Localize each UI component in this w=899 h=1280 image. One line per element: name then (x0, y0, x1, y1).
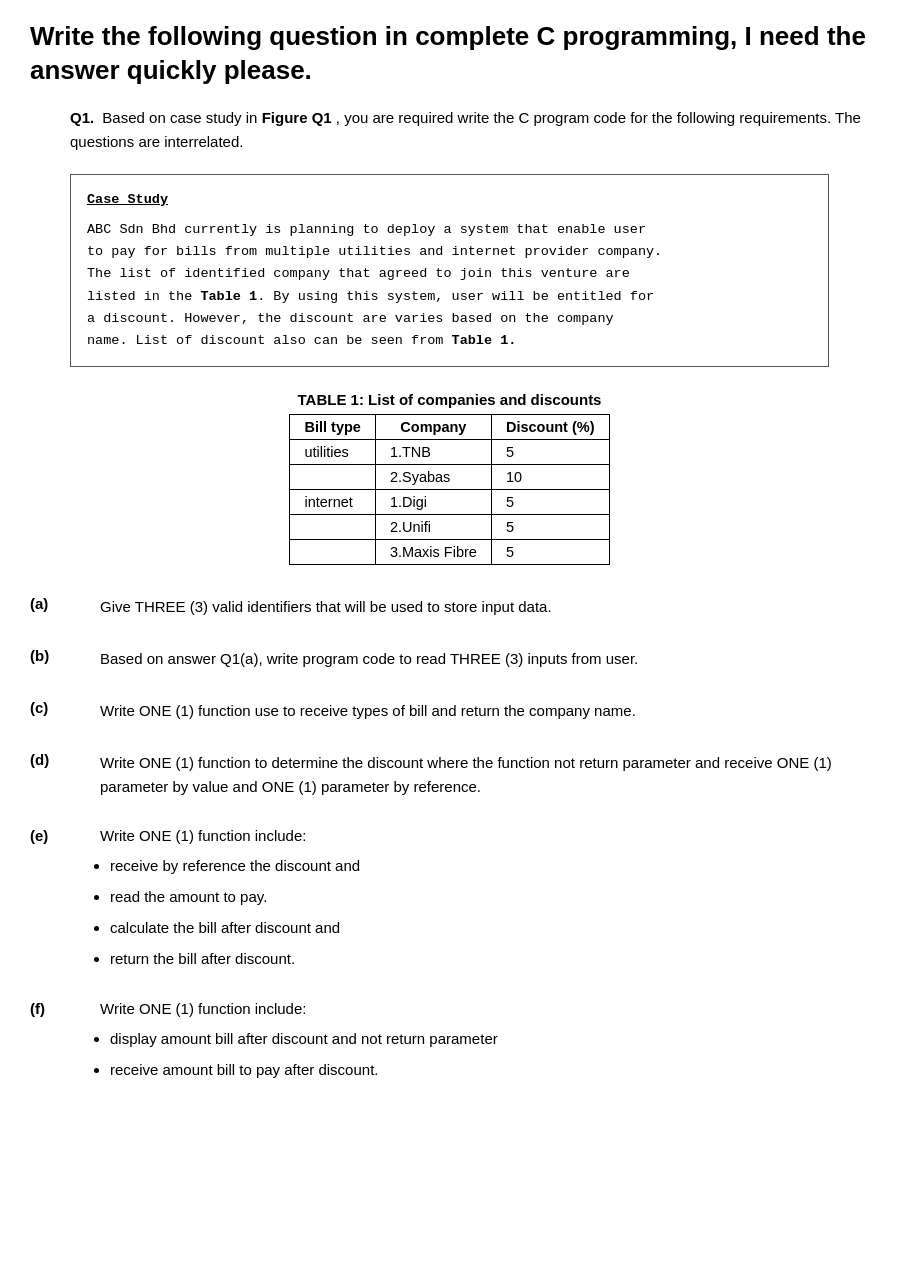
cell-discount-2: 10 (491, 465, 609, 490)
section-a-label: (a) (30, 595, 100, 612)
section-e-bullets: receive by reference the discount and re… (110, 852, 869, 972)
q1-intro-text: Based on case study in (102, 109, 257, 126)
table-row: 2.Unifi 5 (290, 515, 609, 540)
main-title: Write the following question in complete… (30, 20, 869, 88)
col-header-discount: Discount (%) (491, 415, 609, 440)
section-e-intro: Write ONE (1) function include: (100, 827, 869, 844)
cell-company-3: 1.Digi (375, 490, 491, 515)
case-study-title: Case Study (87, 189, 812, 211)
section-d-label: (d) (30, 751, 100, 768)
q1-label: Q1. (70, 109, 94, 126)
section-b: (b) Based on answer Q1(a), write program… (30, 647, 869, 671)
data-table: Bill type Company Discount (%) utilities… (289, 414, 609, 565)
list-item: read the amount to pay. (110, 883, 869, 910)
cell-discount-5: 5 (491, 540, 609, 565)
cell-discount-4: 5 (491, 515, 609, 540)
cell-billtype-1: utilities (290, 440, 375, 465)
table-caption-bold: TABLE 1 (298, 391, 359, 408)
cell-company-2: 2.Syabas (375, 465, 491, 490)
section-e-label: (e) (30, 827, 100, 844)
q1-figure-ref: Figure Q1 (262, 109, 332, 126)
section-c-label: (c) (30, 699, 100, 716)
list-item: receive amount bill to pay after discoun… (110, 1056, 869, 1083)
table-caption-rest: : List of companies and discounts (359, 391, 602, 408)
list-item: display amount bill after discount and n… (110, 1025, 869, 1052)
col-header-company: Company (375, 415, 491, 440)
cell-billtype-3: internet (290, 490, 375, 515)
table-caption: TABLE 1: List of companies and discounts (70, 391, 829, 408)
case-study-text: ABC Sdn Bhd currently is planning to dep… (87, 219, 812, 353)
cell-company-5: 3.Maxis Fibre (375, 540, 491, 565)
case-study-box: Case Study ABC Sdn Bhd currently is plan… (70, 174, 829, 368)
section-c-text: Write ONE (1) function use to receive ty… (100, 699, 869, 723)
cell-billtype-5 (290, 540, 375, 565)
list-item: calculate the bill after discount and (110, 914, 869, 941)
table-row: internet 1.Digi 5 (290, 490, 609, 515)
section-f-bullets: display amount bill after discount and n… (110, 1025, 869, 1083)
col-header-billtype: Bill type (290, 415, 375, 440)
section-f-intro: Write ONE (1) function include: (100, 1000, 869, 1017)
section-d-text: Write ONE (1) function to determine the … (100, 751, 869, 799)
list-item: receive by reference the discount and (110, 852, 869, 879)
section-e: (e) Write ONE (1) function include: rece… (30, 827, 869, 972)
q1-intro: Q1. Based on case study in Figure Q1 , y… (70, 106, 869, 154)
section-f-label: (f) (30, 1000, 100, 1017)
table-row: 3.Maxis Fibre 5 (290, 540, 609, 565)
section-d: (d) Write ONE (1) function to determine … (30, 751, 869, 799)
cell-discount-1: 5 (491, 440, 609, 465)
table-section: TABLE 1: List of companies and discounts… (70, 391, 829, 565)
section-b-text: Based on answer Q1(a), write program cod… (100, 647, 869, 671)
cell-company-4: 2.Unifi (375, 515, 491, 540)
section-c: (c) Write ONE (1) function use to receiv… (30, 699, 869, 723)
table-header-row: Bill type Company Discount (%) (290, 415, 609, 440)
cell-company-1: 1.TNB (375, 440, 491, 465)
cell-billtype-2 (290, 465, 375, 490)
table-row: 2.Syabas 10 (290, 465, 609, 490)
cell-billtype-4 (290, 515, 375, 540)
cell-discount-3: 5 (491, 490, 609, 515)
table-row: utilities 1.TNB 5 (290, 440, 609, 465)
section-b-label: (b) (30, 647, 100, 664)
section-a: (a) Give THREE (3) valid identifiers tha… (30, 595, 869, 619)
section-a-text: Give THREE (3) valid identifiers that wi… (100, 595, 869, 619)
list-item: return the bill after discount. (110, 945, 869, 972)
section-f: (f) Write ONE (1) function include: disp… (30, 1000, 869, 1083)
